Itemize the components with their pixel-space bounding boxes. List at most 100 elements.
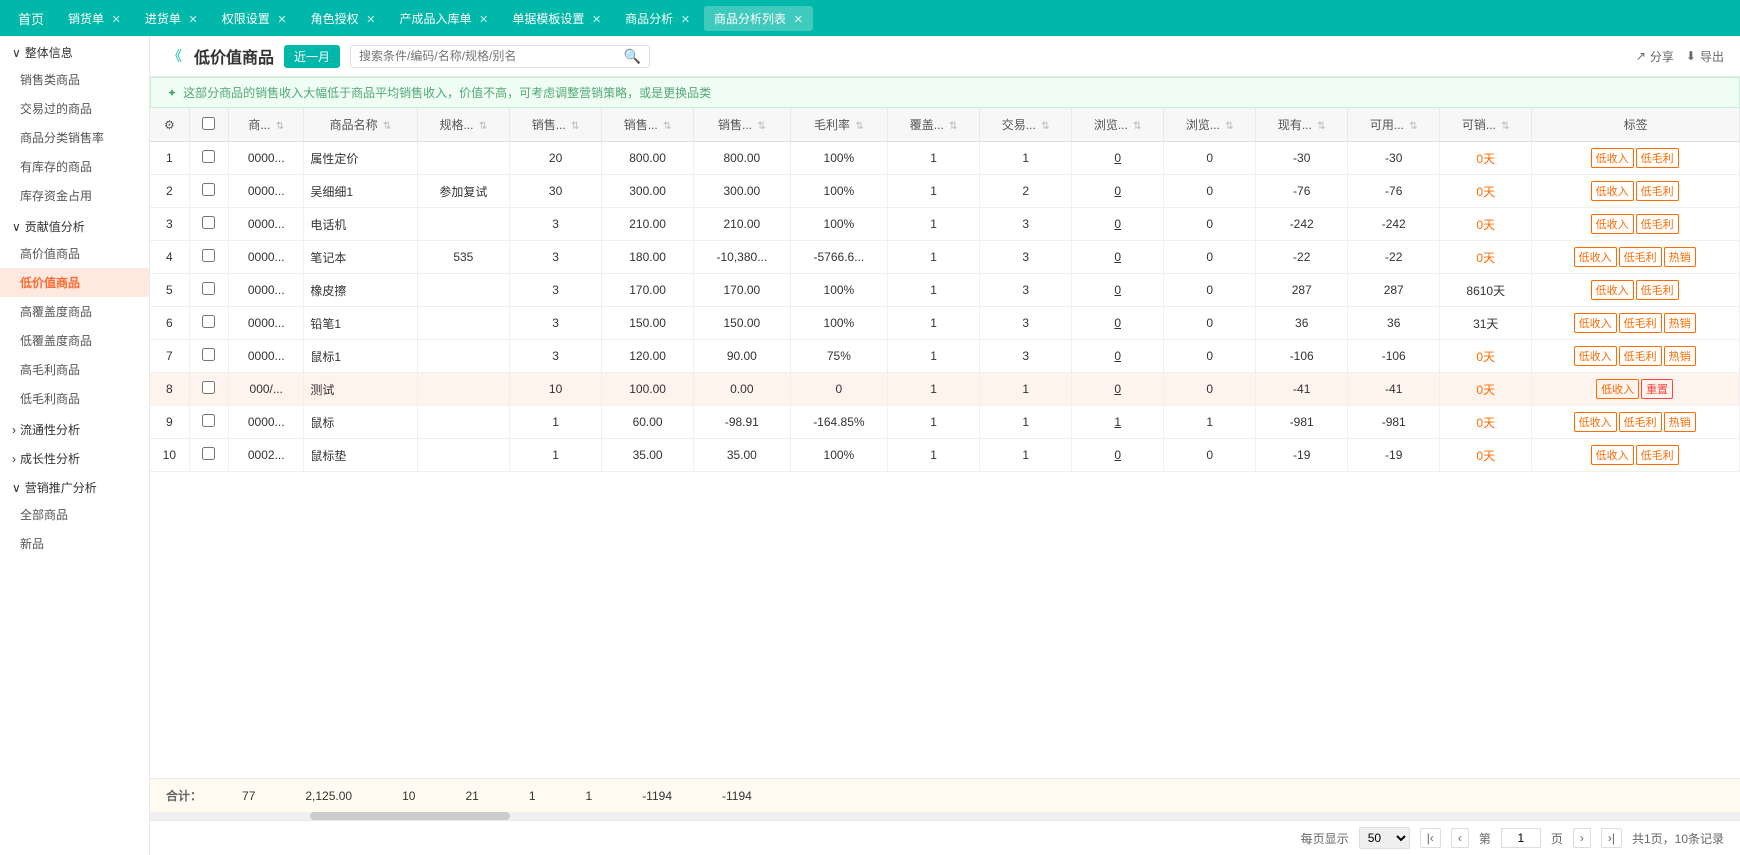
row-checkbox[interactable]	[202, 447, 215, 460]
sidebar-item-stock-funds[interactable]: 库存资金占用	[0, 181, 149, 210]
nav-permission-close[interactable]: ✕	[277, 14, 286, 26]
cell-browse1[interactable]: 0	[1072, 307, 1164, 340]
cell-browse1[interactable]: 0	[1072, 241, 1164, 274]
cell-checkbox[interactable]	[189, 406, 228, 439]
sidebar-group-growth[interactable]: › 成长性分析	[0, 442, 149, 471]
nav-purchase[interactable]: 进货单 ✕	[135, 6, 208, 31]
cell-checkbox[interactable]	[189, 241, 228, 274]
nav-role-close[interactable]: ✕	[366, 14, 375, 26]
first-page-btn[interactable]: |‹	[1420, 828, 1441, 848]
col-checkbox[interactable]	[189, 108, 228, 142]
sidebar-group-marketing[interactable]: ∨ 营销推广分析	[0, 471, 149, 500]
cell-checkbox[interactable]	[189, 142, 228, 175]
row-checkbox[interactable]	[202, 282, 215, 295]
cell-browse1[interactable]: 0	[1072, 373, 1164, 406]
nav-inbound-close[interactable]: ✕	[479, 14, 488, 26]
sort-icon-gross[interactable]: ⇅	[855, 121, 863, 132]
horizontal-scrollbar[interactable]	[150, 812, 1740, 820]
sidebar-group-contribution[interactable]: ∨ 贡献值分析	[0, 210, 149, 239]
page-input[interactable]	[1501, 828, 1541, 848]
sidebar-item-low-coverage[interactable]: 低覆盖度商品	[0, 326, 149, 355]
cell-profit: 210.00	[694, 208, 791, 241]
next-page-btn[interactable]: ›	[1573, 828, 1591, 848]
share-button[interactable]: ↗ 分享	[1636, 48, 1674, 65]
nav-template-close[interactable]: ✕	[592, 14, 601, 26]
sort-icon-sell[interactable]: ⇅	[1501, 121, 1509, 132]
period-button[interactable]: 近一月	[284, 45, 340, 68]
sort-icon-avail[interactable]: ⇅	[1409, 121, 1417, 132]
cell-checkbox[interactable]	[189, 340, 228, 373]
sidebar-item-traded-products[interactable]: 交易过的商品	[0, 94, 149, 123]
row-checkbox[interactable]	[202, 315, 215, 328]
sort-icon-coverage[interactable]: ⇅	[949, 121, 957, 132]
sidebar-item-low-margin[interactable]: 低毛利商品	[0, 384, 149, 413]
sort-icon-b2[interactable]: ⇅	[1225, 121, 1233, 132]
cell-checkbox[interactable]	[189, 175, 228, 208]
row-checkbox[interactable]	[202, 348, 215, 361]
sidebar-item-high-value[interactable]: 高价值商品	[0, 239, 149, 268]
nav-inbound[interactable]: 产成品入库单 ✕	[389, 6, 498, 31]
cell-checkbox[interactable]	[189, 439, 228, 472]
search-input[interactable]	[359, 49, 618, 63]
nav-role[interactable]: 角色授权 ✕	[301, 6, 386, 31]
cell-checkbox[interactable]	[189, 307, 228, 340]
search-icon[interactable]: 🔍	[624, 48, 641, 65]
nav-analysis-list-close[interactable]: ✕	[794, 14, 803, 26]
sidebar-item-low-value[interactable]: 低价值商品	[0, 268, 149, 297]
nav-analysis[interactable]: 商品分析 ✕	[615, 6, 700, 31]
sort-icon-profit[interactable]: ⇅	[757, 121, 765, 132]
cell-browse1[interactable]: 0	[1072, 142, 1164, 175]
sidebar-item-sales-products[interactable]: 销售类商品	[0, 65, 149, 94]
sort-icon-cur[interactable]: ⇅	[1317, 121, 1325, 132]
cell-checkbox[interactable]	[189, 274, 228, 307]
total-info: 共1页，10条记录	[1632, 830, 1724, 847]
sort-icon-qty[interactable]: ⇅	[571, 121, 579, 132]
cell-sellable: 0天	[1440, 439, 1532, 472]
nav-sales[interactable]: 销货单 ✕	[58, 6, 131, 31]
sidebar-group-flow[interactable]: › 流通性分析	[0, 413, 149, 442]
sort-icon-code[interactable]: ⇅	[276, 121, 284, 132]
row-checkbox[interactable]	[202, 249, 215, 262]
sidebar-item-stock-products[interactable]: 有库存的商品	[0, 152, 149, 181]
sort-icon-name[interactable]: ⇅	[383, 121, 391, 132]
col-settings[interactable]: ⚙	[150, 108, 189, 142]
sidebar-item-high-margin[interactable]: 高毛利商品	[0, 355, 149, 384]
nav-sales-close[interactable]: ✕	[112, 14, 121, 26]
sort-icon-spec[interactable]: ⇅	[479, 121, 487, 132]
cell-browse1[interactable]: 1	[1072, 406, 1164, 439]
cell-tags: 低收入低毛利热销	[1532, 406, 1740, 439]
sidebar-item-new-products[interactable]: 新品	[0, 529, 149, 558]
cell-browse1[interactable]: 0	[1072, 208, 1164, 241]
sort-icon-amount[interactable]: ⇅	[663, 121, 671, 132]
row-checkbox[interactable]	[202, 150, 215, 163]
cell-browse1[interactable]: 0	[1072, 274, 1164, 307]
sort-icon-tx[interactable]: ⇅	[1041, 121, 1049, 132]
cell-browse1[interactable]: 0	[1072, 175, 1164, 208]
sidebar-item-all-products[interactable]: 全部商品	[0, 500, 149, 529]
nav-analysis-list[interactable]: 商品分析列表 ✕	[704, 6, 813, 31]
per-page-select[interactable]: 50 100 200	[1359, 827, 1410, 849]
sidebar-group-overall[interactable]: ∨ 整体信息	[0, 36, 149, 65]
cell-checkbox[interactable]	[189, 373, 228, 406]
sidebar-collapse-btn[interactable]: 《	[166, 44, 184, 68]
prev-page-btn[interactable]: ‹	[1451, 828, 1469, 848]
row-checkbox[interactable]	[202, 414, 215, 427]
row-checkbox[interactable]	[202, 216, 215, 229]
export-button[interactable]: ⬇ 导出	[1686, 48, 1724, 65]
cell-browse1[interactable]: 0	[1072, 439, 1164, 472]
nav-template[interactable]: 单据模板设置 ✕	[502, 6, 611, 31]
nav-permission[interactable]: 权限设置 ✕	[212, 6, 297, 31]
cell-checkbox[interactable]	[189, 208, 228, 241]
row-checkbox[interactable]	[202, 381, 215, 394]
select-all-checkbox[interactable]	[202, 117, 215, 130]
last-page-btn[interactable]: ›|	[1601, 828, 1622, 848]
cell-sellable: 0天	[1440, 175, 1532, 208]
sort-icon-b1[interactable]: ⇅	[1133, 121, 1141, 132]
sidebar-item-category-rate[interactable]: 商品分类销售率	[0, 123, 149, 152]
sidebar-item-high-coverage[interactable]: 高覆盖度商品	[0, 297, 149, 326]
nav-purchase-close[interactable]: ✕	[189, 14, 198, 26]
cell-browse1[interactable]: 0	[1072, 340, 1164, 373]
row-checkbox[interactable]	[202, 183, 215, 196]
nav-home[interactable]: 首页	[8, 5, 54, 32]
nav-analysis-close[interactable]: ✕	[681, 14, 690, 26]
